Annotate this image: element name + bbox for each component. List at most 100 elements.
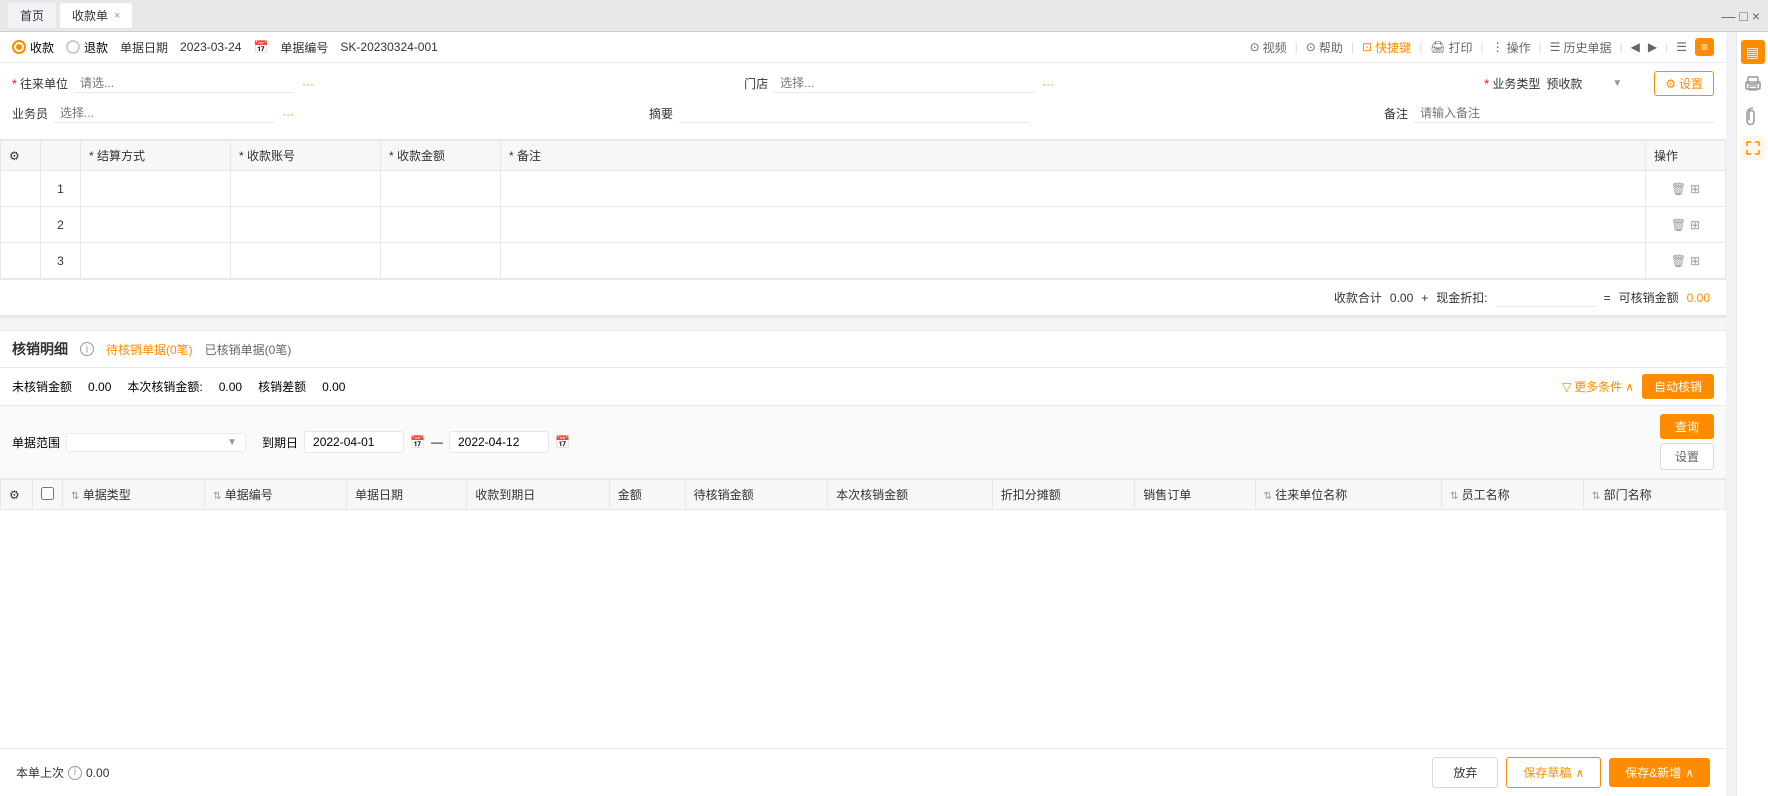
row1-account[interactable] [231, 171, 381, 207]
row3-amount[interactable] [381, 243, 501, 279]
benshangciling-text: 本单上次 [16, 764, 64, 781]
beizhu-input[interactable] [1414, 104, 1714, 123]
radio-shoukuan-label: 收款 [30, 39, 54, 56]
yewuyuan-dots[interactable]: ··· [282, 107, 294, 121]
row1-jiesuan[interactable] [81, 171, 231, 207]
row1-remark[interactable] [501, 171, 1646, 207]
row1-copy-btn[interactable]: ⊞ [1690, 182, 1700, 196]
benshangciling-info-icon[interactable]: i [68, 766, 82, 780]
col-amount-header: * 收款金额 [381, 141, 501, 171]
receipt-table: ⚙ * 结算方式 * 收款账号 * 收款金额 * 备注 [0, 140, 1726, 279]
history-btn[interactable]: ☰ 历史单据 [1550, 39, 1612, 56]
xianjian-zhekou-input[interactable] [1496, 288, 1596, 307]
tab-home[interactable]: 首页 [8, 3, 56, 28]
yewuyuan-input[interactable] [54, 104, 274, 123]
row3-copy-btn[interactable]: ⊞ [1690, 254, 1700, 268]
row1-amount[interactable] [381, 171, 501, 207]
sidebar-icon-attach[interactable] [1741, 104, 1765, 128]
sidebar-icon-table[interactable]: ▤ [1741, 40, 1765, 64]
radio-shoukuan[interactable]: 收款 [12, 39, 54, 56]
row3-jiesuan[interactable] [81, 243, 231, 279]
kuaijian-btn[interactable]: ⊡ 快捷键 [1362, 39, 1411, 56]
save-new-btn[interactable]: 保存&新增 ∧ [1609, 758, 1710, 787]
tab-active[interactable]: 收款单 × [60, 3, 132, 28]
list-view-btn[interactable]: ☰ [1676, 40, 1687, 54]
maximize-btn[interactable]: □ [1739, 8, 1747, 24]
row3-account[interactable] [231, 243, 381, 279]
caozuo-label: 操作 [1507, 39, 1531, 56]
form-area: 往来单位 ··· 门店 ··· 业务类型 预收款 ▼ [0, 63, 1726, 140]
beizhu-label: 备注 [1384, 105, 1408, 122]
form-view-btn[interactable]: ≡ [1695, 38, 1714, 56]
row2-amount[interactable] [381, 207, 501, 243]
sidebar-icon-expand[interactable] [1741, 136, 1765, 160]
danjuriqi-value: 2023-03-24 [180, 40, 241, 54]
zhaiyao-input[interactable] [679, 104, 1029, 123]
next-btn[interactable]: ▶ [1648, 40, 1657, 54]
mendian-dots[interactable]: ··· [1042, 77, 1054, 91]
row2-account[interactable] [231, 207, 381, 243]
col-bumenmingcheng-label: 部门名称 [1604, 488, 1652, 502]
date-to-input[interactable] [449, 431, 549, 453]
chevron-up-icon: ∧ [1625, 380, 1634, 394]
print-btn[interactable]: 🖨 打印 [1430, 39, 1472, 56]
col-daihexiaojine-label: 待核销金额 [694, 488, 754, 502]
minimize-btn[interactable]: — [1721, 8, 1735, 24]
row3-delete-btn[interactable]: 🗑 [1671, 254, 1686, 268]
close-btn[interactable]: × [1752, 8, 1760, 24]
print-label: 打印 [1448, 39, 1472, 56]
wanglaidiwei-dots[interactable]: ··· [302, 77, 314, 91]
settings-btn[interactable]: ⚙ 设置 [1654, 71, 1714, 96]
row2-copy-btn[interactable]: ⊞ [1690, 218, 1700, 232]
calendar-from-icon[interactable]: 📅 [410, 435, 425, 449]
hexiao-tab-pending[interactable]: 待核销单据(0笔) [106, 341, 193, 358]
date-from-input[interactable] [304, 431, 404, 453]
hexiao-tab-done[interactable]: 已核销单据(0笔) [205, 341, 292, 358]
summary-row: 收款合计 0.00 + 现金折扣: = 可核销金额 0.00 [0, 279, 1726, 315]
prev-btn[interactable]: ◀ [1631, 40, 1640, 54]
save-draft-chevron[interactable]: ∧ [1575, 766, 1584, 780]
query-btn[interactable]: 查询 [1660, 414, 1714, 439]
col-settings-header[interactable]: ⚙ [1, 141, 41, 171]
auto-hexiao-btn[interactable]: 自动核销 [1642, 374, 1714, 399]
col-amount-label: * 收款金额 [389, 149, 445, 163]
row2-jiesuan[interactable] [81, 207, 231, 243]
col-settings2-header[interactable]: ⚙ [1, 480, 33, 510]
save-draft-btn[interactable]: 保存草稿 ∧ [1506, 757, 1601, 788]
row3-remark[interactable] [501, 243, 1646, 279]
abandon-btn[interactable]: 放弃 [1432, 757, 1498, 788]
video-btn[interactable]: ⊙ 视频 [1250, 39, 1287, 56]
danjufanwei-select[interactable]: ▼ [66, 433, 246, 452]
zhaiyao-label: 摘要 [649, 105, 673, 122]
hexiao-chae-label: 核销差额 [258, 378, 306, 395]
col-checkbox-header[interactable] [33, 480, 63, 510]
table-row: 3 🗑 ⊞ [1, 243, 1726, 279]
help-icon: ⊙ [1306, 40, 1316, 54]
video-icon: ⊙ [1250, 40, 1260, 54]
hexiao-info-icon[interactable]: i [80, 342, 94, 356]
calendar-to-icon[interactable]: 📅 [555, 435, 570, 449]
col-jine-label: 金额 [618, 488, 642, 502]
mendian-input[interactable] [774, 74, 1034, 93]
row1-delete-btn[interactable]: 🗑 [1671, 182, 1686, 196]
caozuo-icon: ⋮ [1492, 40, 1504, 54]
save-new-chevron[interactable]: ∧ [1685, 766, 1694, 780]
col-danjubianh-header: ⇅ 单据编号 [204, 480, 346, 510]
radio-tuikuan[interactable]: 退款 [66, 39, 108, 56]
tab-close-icon[interactable]: × [114, 10, 120, 22]
tab-current-label: 收款单 [72, 7, 108, 24]
calendar-icon[interactable]: 📅 [253, 40, 268, 54]
wanglaidiwei-input[interactable] [74, 74, 294, 93]
caozuo-btn[interactable]: ⋮ 操作 [1492, 39, 1531, 56]
sidebar-icon-print[interactable] [1741, 72, 1765, 96]
video-label: 视频 [1263, 39, 1287, 56]
select-all-checkbox[interactable] [41, 487, 54, 500]
row2-remark[interactable] [501, 207, 1646, 243]
row2-delete-btn[interactable]: 🗑 [1671, 218, 1686, 232]
right-sidebar: ▤ [1736, 32, 1768, 796]
help-btn[interactable]: ⊙ 帮助 [1306, 39, 1343, 56]
filter-settings-btn[interactable]: 设置 [1660, 443, 1714, 470]
more-conditions-btn[interactable]: ▽ 更多条件 ∧ [1562, 378, 1634, 395]
print-icon: 🖨 [1430, 40, 1445, 54]
yewuleixing-chevron[interactable]: ▼ [1612, 78, 1622, 89]
